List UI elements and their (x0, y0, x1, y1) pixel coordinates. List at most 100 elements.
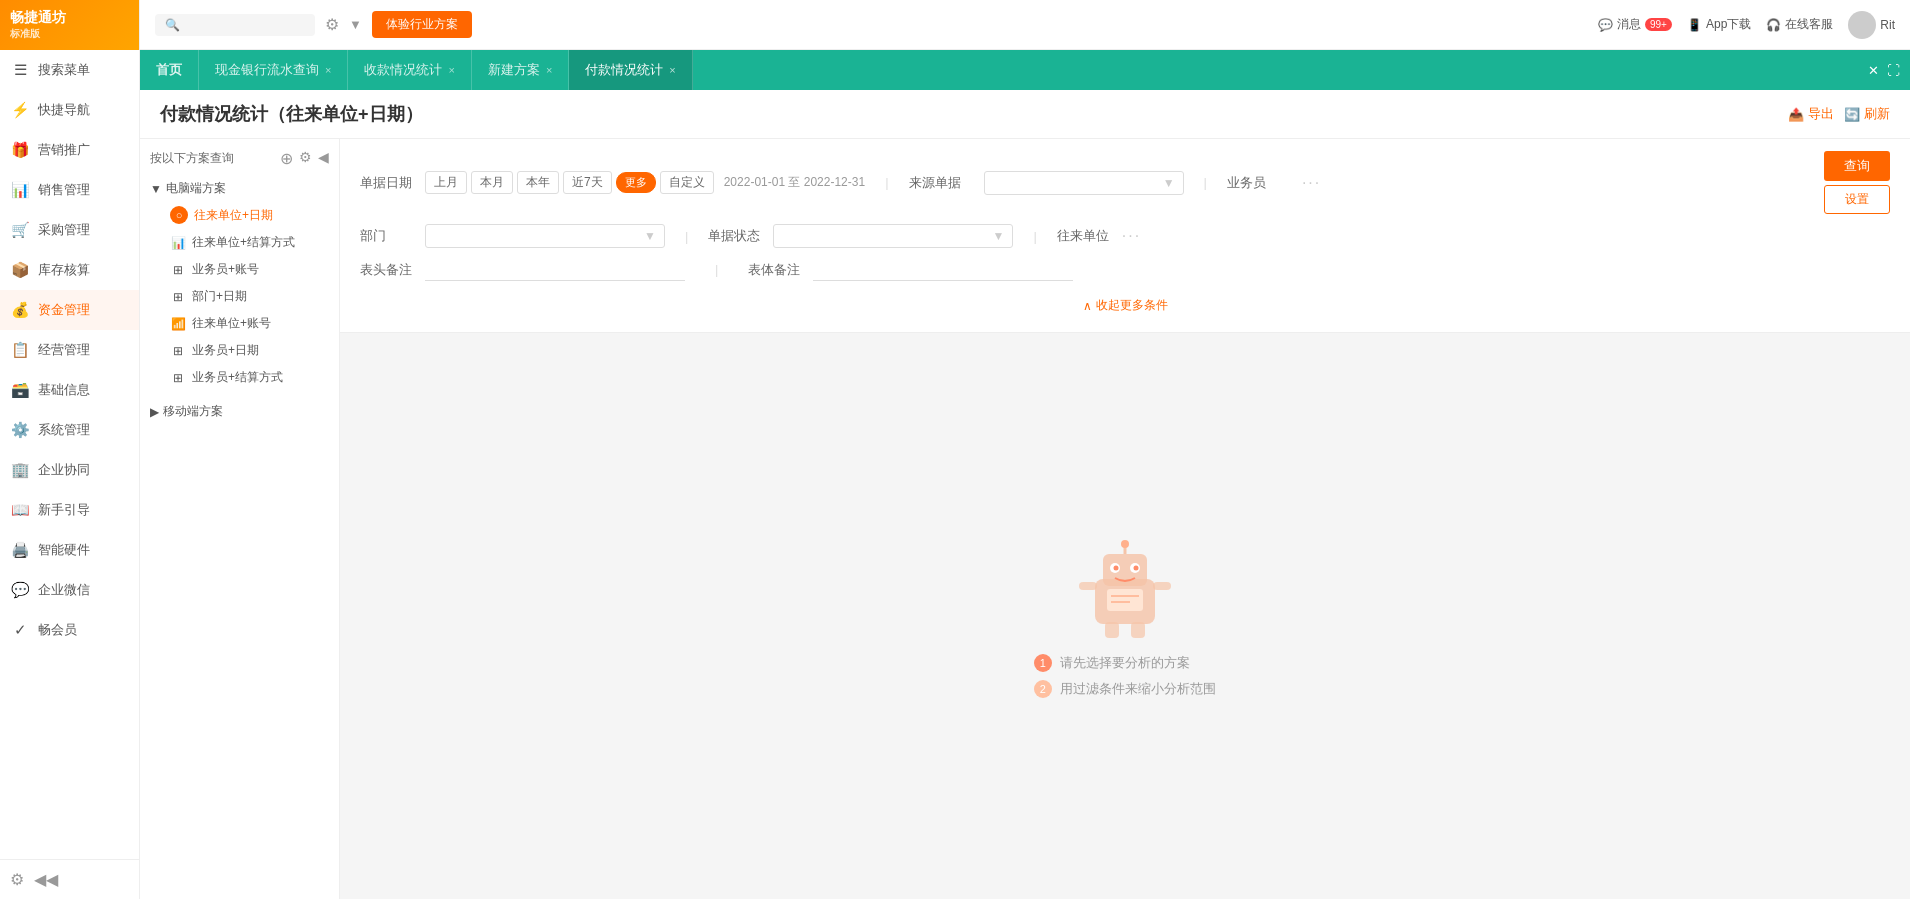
desktop-scheme-group: ▼ 电脑端方案 ○ 往来单位+日期 📊 往来单位+结算方式 ⊞ 业务员+账号 (150, 176, 329, 391)
sidebar-item-quick-nav[interactable]: ⚡ 快捷导航 (0, 90, 139, 130)
head-note-input[interactable] (425, 258, 685, 281)
body-note-input[interactable] (813, 258, 1073, 281)
left-panel-header: 按以下方案查询 ⊕ ⚙ ◀ (150, 149, 329, 168)
svg-point-7 (1121, 540, 1129, 548)
app-download-item[interactable]: 📱 App下载 (1687, 16, 1751, 33)
tab-payment-stats[interactable]: 付款情况统计 × (569, 50, 692, 90)
sidebar-label-guide: 新手引导 (38, 501, 90, 519)
staff-date-label: 业务员+日期 (192, 342, 259, 359)
scheme-item-partner-date[interactable]: ○ 往来单位+日期 (150, 201, 329, 229)
export-button[interactable]: 📤 导出 (1788, 105, 1834, 123)
sidebar-item-purchase[interactable]: 🛒 采购管理 (0, 210, 139, 250)
message-badge: 99+ (1645, 18, 1672, 31)
sidebar-item-guide[interactable]: 📖 新手引导 (0, 490, 139, 530)
date-btn-more[interactable]: 更多 (616, 172, 656, 193)
partner-account-label: 往来单位+账号 (192, 315, 271, 332)
empty-state: 1 请先选择要分析的方案 2 用过滤条件来缩小分析范围 (1034, 534, 1217, 698)
search-icon: 🔍 (165, 18, 180, 32)
tab-new-scheme-close[interactable]: × (546, 64, 552, 76)
sidebar-label-enterprise: 企业协同 (38, 461, 90, 479)
empty-hint-2-text: 用过滤条件来缩小分析范围 (1060, 681, 1216, 696)
svg-point-4 (1114, 566, 1119, 571)
collapse-panel-icon[interactable]: ◀ (318, 149, 329, 168)
sidebar-item-operation[interactable]: 📋 经营管理 (0, 330, 139, 370)
trial-industry-btn[interactable]: 体验行业方案 (372, 11, 472, 38)
date-btn-7days[interactable]: 近7天 (563, 171, 612, 194)
header-search-box[interactable]: 🔍 (155, 14, 315, 36)
export-label: 导出 (1808, 105, 1834, 123)
desktop-scheme-header[interactable]: ▼ 电脑端方案 (150, 176, 329, 201)
sidebar-label-system: 系统管理 (38, 421, 90, 439)
filter-row-2: 部门 ▼ | 单据状态 ▼ | 往来单位 ··· (360, 224, 1890, 248)
sidebar-item-hardware[interactable]: 🖨️ 智能硬件 (0, 530, 139, 570)
scheme-item-partner-settle[interactable]: 📊 往来单位+结算方式 (150, 229, 329, 256)
partner-date-label: 往来单位+日期 (194, 207, 273, 224)
sidebar-label-sales: 销售管理 (38, 181, 90, 199)
voucher-status-select[interactable]: ▼ (773, 224, 1013, 248)
collapse-conditions-btn[interactable]: ∧ 收起更多条件 (360, 291, 1890, 320)
message-item[interactable]: 💬 消息 99+ (1598, 16, 1672, 33)
date-btn-this-year[interactable]: 本年 (517, 171, 559, 194)
dept-label: 部门 (360, 227, 415, 245)
tab-home[interactable]: 首页 (140, 50, 199, 90)
tab-receipt-stats-label: 收款情况统计 (364, 61, 442, 79)
scheme-item-staff-account[interactable]: ⊞ 业务员+账号 (150, 256, 329, 283)
sidebar-item-finance[interactable]: 💰 资金管理 (0, 290, 139, 330)
date-btn-last-month[interactable]: 上月 (425, 171, 467, 194)
collapse-sidebar-icon[interactable]: ◀◀ (34, 870, 58, 889)
partner-settle-label: 往来单位+结算方式 (192, 234, 295, 251)
settings-bottom-icon[interactable]: ⚙ (10, 870, 24, 889)
sidebar-item-marketing[interactable]: 🎁 营销推广 (0, 130, 139, 170)
enterprise-icon: 🏢 (10, 460, 30, 480)
staff-dots[interactable]: ··· (1302, 174, 1321, 192)
sidebar-item-search-menu[interactable]: ☰ 搜索菜单 (0, 50, 139, 90)
sidebar-item-system[interactable]: ⚙️ 系统管理 (0, 410, 139, 450)
date-btn-custom[interactable]: 自定义 (660, 171, 714, 194)
finance-icon: 💰 (10, 300, 30, 320)
scheme-item-partner-account[interactable]: 📶 往来单位+账号 (150, 310, 329, 337)
sidebar-label-vip: 畅会员 (38, 621, 77, 639)
sidebar-label-quick-nav: 快捷导航 (38, 101, 90, 119)
scheme-item-staff-date[interactable]: ⊞ 业务员+日期 (150, 337, 329, 364)
partner-label: 往来单位 (1057, 227, 1112, 245)
tab-receipt-stats-close[interactable]: × (448, 64, 454, 76)
add-scheme-icon[interactable]: ⊕ (280, 149, 293, 168)
tab-payment-stats-close[interactable]: × (669, 64, 675, 76)
sidebar-item-basic-info[interactable]: 🗃️ 基础信息 (0, 370, 139, 410)
maximize-icon[interactable]: ⛶ (1887, 63, 1900, 78)
date-label: 单据日期 (360, 174, 415, 192)
tab-bank-flow[interactable]: 现金银行流水查询 × (199, 50, 348, 90)
query-button[interactable]: 查询 (1824, 151, 1890, 181)
wechat-icon: 💬 (10, 580, 30, 600)
scheme-settings-icon[interactable]: ⚙ (299, 149, 312, 168)
sidebar-item-inventory[interactable]: 📦 库存核算 (0, 250, 139, 290)
online-service-item[interactable]: 🎧 在线客服 (1766, 16, 1833, 33)
step-1-icon: 1 (1034, 654, 1052, 672)
sidebar-label-purchase: 采购管理 (38, 221, 90, 239)
refresh-button[interactable]: 🔄 刷新 (1844, 105, 1890, 123)
content-area: 按以下方案查询 ⊕ ⚙ ◀ ▼ 电脑端方案 ○ 往来单位+日期 (140, 139, 1910, 899)
sidebar-item-wechat[interactable]: 💬 企业微信 (0, 570, 139, 610)
user-avatar-item[interactable]: Rit (1848, 11, 1895, 39)
settings-button[interactable]: 设置 (1824, 185, 1890, 214)
scheme-item-dept-date[interactable]: ⊞ 部门+日期 (150, 283, 329, 310)
dropdown-icon-header[interactable]: ▼ (349, 17, 362, 32)
settings-icon-header[interactable]: ⚙ (325, 15, 339, 34)
source-select[interactable]: ▼ (984, 171, 1184, 195)
sidebar-item-vip[interactable]: ✓ 畅会员 (0, 610, 139, 650)
refresh-icon: 🔄 (1844, 107, 1860, 122)
partner-dots[interactable]: ··· (1122, 227, 1141, 245)
sidebar-item-enterprise[interactable]: 🏢 企业协同 (0, 450, 139, 490)
close-all-tabs-icon[interactable]: ✕ (1868, 63, 1879, 78)
tab-bank-flow-close[interactable]: × (325, 64, 331, 76)
scheme-item-staff-settle[interactable]: ⊞ 业务员+结算方式 (150, 364, 329, 391)
dept-date-icon: ⊞ (170, 289, 186, 305)
tab-payment-stats-label: 付款情况统计 (585, 61, 663, 79)
header-right: 💬 消息 99+ 📱 App下载 🎧 在线客服 Rit (1598, 11, 1895, 39)
tab-new-scheme[interactable]: 新建方案 × (472, 50, 569, 90)
dept-select[interactable]: ▼ (425, 224, 665, 248)
date-btn-this-month[interactable]: 本月 (471, 171, 513, 194)
tab-receipt-stats[interactable]: 收款情况统计 × (348, 50, 471, 90)
mobile-scheme-header[interactable]: ▶ 移动端方案 (150, 399, 329, 424)
sidebar-item-sales[interactable]: 📊 销售管理 (0, 170, 139, 210)
